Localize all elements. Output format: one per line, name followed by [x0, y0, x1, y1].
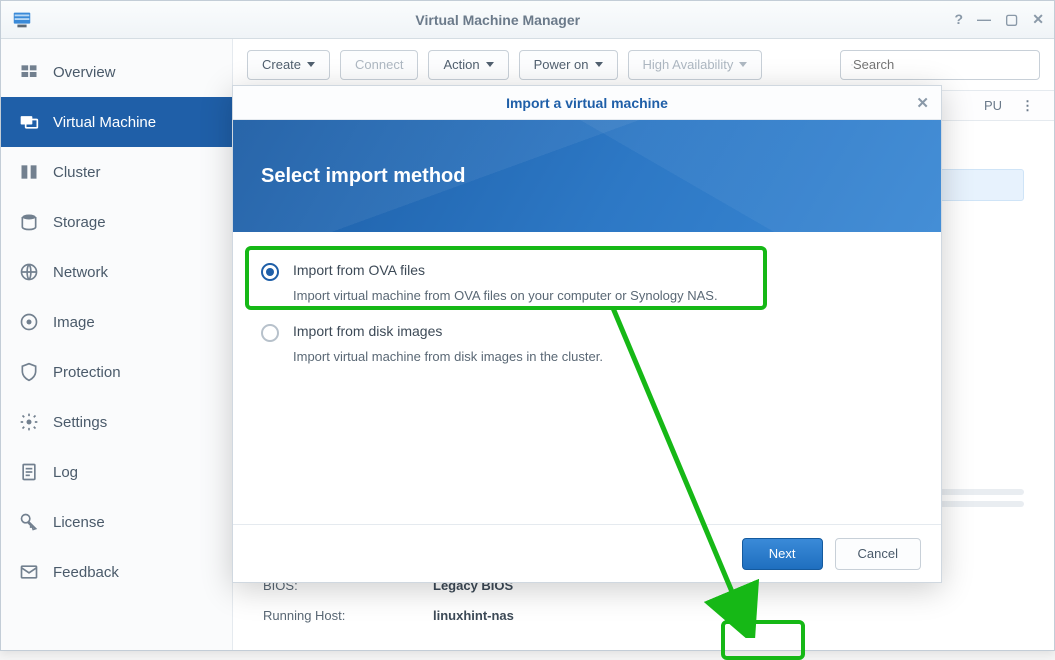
option-disk-title: Import from disk images	[293, 323, 603, 339]
sidebar-item-label: Network	[53, 264, 108, 281]
sidebar-item-label: Image	[53, 314, 95, 331]
close-icon[interactable]: ✕	[916, 94, 929, 112]
sidebar-item-virtual-machine[interactable]: Virtual Machine	[1, 97, 232, 147]
sidebar-item-license[interactable]: License	[1, 497, 232, 547]
sidebar-item-label: Virtual Machine	[53, 114, 156, 131]
minimize-icon[interactable]: —	[977, 11, 991, 28]
dialog-heading: Select import method	[261, 165, 465, 188]
app-icon	[11, 9, 33, 31]
sidebar-item-label: License	[53, 514, 105, 531]
column-options-icon[interactable]: ⋮	[1014, 98, 1034, 114]
window-titlebar: Virtual Machine Manager ? — ▢ ✕	[1, 1, 1054, 39]
sidebar-item-cluster[interactable]: Cluster	[1, 147, 232, 197]
cancel-button[interactable]: Cancel	[835, 538, 921, 570]
sidebar: Overview Virtual Machine Cluster Storage…	[1, 39, 233, 650]
connect-button[interactable]: Connect	[340, 50, 418, 80]
sidebar-item-label: Cluster	[53, 164, 101, 181]
search-input-wrapper[interactable]	[840, 50, 1040, 80]
option-import-ova[interactable]: Import from OVA files Import virtual mac…	[257, 252, 917, 313]
sidebar-item-label: Protection	[53, 364, 121, 381]
ha-label: High Availability	[643, 57, 734, 72]
import-dialog: Import a virtual machine ✕ Select import…	[232, 85, 942, 583]
create-button[interactable]: Create	[247, 50, 330, 80]
sidebar-item-label: Storage	[53, 214, 106, 231]
dialog-titlebar: Import a virtual machine ✕	[233, 86, 941, 120]
close-window-icon[interactable]: ✕	[1032, 11, 1044, 28]
dialog-body: Import from OVA files Import virtual mac…	[233, 232, 941, 524]
sidebar-item-protection[interactable]: Protection	[1, 347, 232, 397]
sidebar-item-storage[interactable]: Storage	[1, 197, 232, 247]
radio-disk[interactable]	[261, 324, 279, 342]
dialog-footer: Next Cancel	[233, 524, 941, 582]
radio-ova[interactable]	[261, 263, 279, 281]
detail-val-host: linuxhint-nas	[433, 608, 514, 623]
create-label: Create	[262, 57, 301, 72]
toolbar: Create Connect Action Power on High Avai…	[233, 39, 1054, 91]
connect-label: Connect	[355, 57, 403, 72]
search-input[interactable]	[853, 57, 1029, 72]
option-ova-title: Import from OVA files	[293, 262, 718, 278]
chevron-down-icon	[595, 62, 603, 67]
sidebar-item-settings[interactable]: Settings	[1, 397, 232, 447]
sidebar-item-label: Settings	[53, 414, 107, 431]
option-ova-desc: Import virtual machine from OVA files on…	[293, 288, 718, 303]
dialog-banner: Select import method	[233, 120, 941, 232]
chevron-down-icon	[739, 62, 747, 67]
chevron-down-icon	[486, 62, 494, 67]
col-5[interactable]: PU	[984, 98, 1014, 113]
dialog-title: Import a virtual machine	[506, 95, 668, 111]
sidebar-item-label: Overview	[53, 64, 116, 81]
window-title: Virtual Machine Manager	[41, 12, 954, 28]
action-button[interactable]: Action	[428, 50, 508, 80]
help-icon[interactable]: ?	[954, 11, 963, 28]
poweron-label: Power on	[534, 57, 589, 72]
maximize-icon[interactable]: ▢	[1005, 11, 1018, 28]
option-import-disk[interactable]: Import from disk images Import virtual m…	[257, 313, 917, 374]
sidebar-item-network[interactable]: Network	[1, 247, 232, 297]
poweron-button[interactable]: Power on	[519, 50, 618, 80]
next-button[interactable]: Next	[742, 538, 823, 570]
chevron-down-icon	[307, 62, 315, 67]
sidebar-item-label: Log	[53, 464, 78, 481]
sidebar-item-overview[interactable]: Overview	[1, 47, 232, 97]
sidebar-item-log[interactable]: Log	[1, 447, 232, 497]
detail-key-host: Running Host:	[263, 608, 433, 623]
sidebar-item-image[interactable]: Image	[1, 297, 232, 347]
sidebar-item-label: Feedback	[53, 564, 119, 581]
option-disk-desc: Import virtual machine from disk images …	[293, 349, 603, 364]
sidebar-item-feedback[interactable]: Feedback	[1, 547, 232, 597]
action-label: Action	[443, 57, 479, 72]
high-availability-button[interactable]: High Availability	[628, 50, 763, 80]
